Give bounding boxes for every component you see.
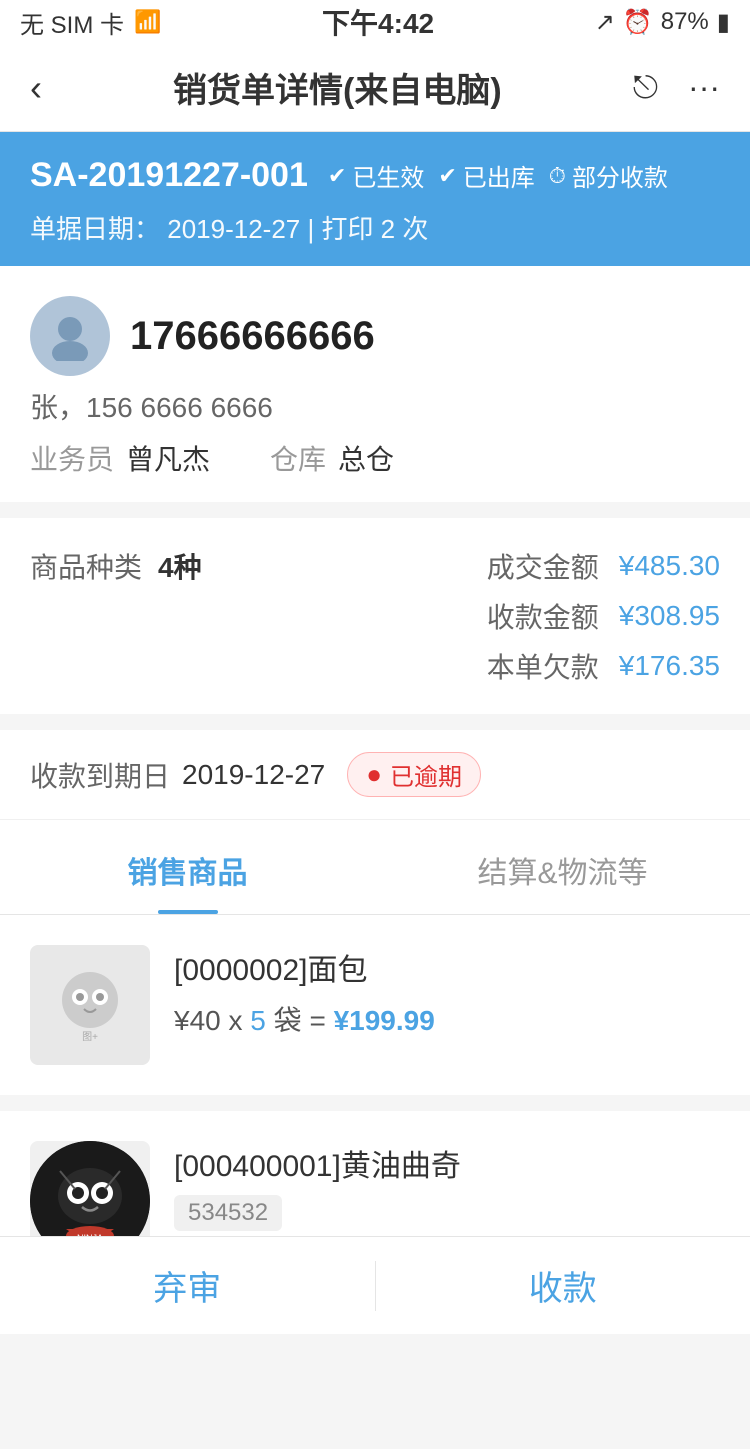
received-label: 收款金额	[487, 596, 599, 636]
carrier-text: 无 SIM 卡	[20, 5, 124, 40]
eq-1: =	[309, 1005, 333, 1036]
due-label: 收款到期日	[30, 755, 170, 795]
tab-products[interactable]: 销售商品	[0, 820, 375, 914]
status-bar: 无 SIM 卡 📶 下午4:42 ↗ ⏰ 87% ▮	[0, 0, 750, 44]
customer-contact: 张，156 6666 6666	[30, 386, 720, 426]
status-bar-time: 下午4:42	[322, 2, 434, 42]
price-1: ¥40	[174, 1005, 221, 1036]
status-partial-text: 部分收款	[572, 158, 668, 193]
received-row: 收款金额 ¥308.95	[487, 596, 720, 636]
collect-button[interactable]: 收款	[376, 1237, 750, 1334]
stats-left: 商品种类 4种	[30, 546, 375, 590]
warehouse-label: 仓库	[270, 438, 326, 478]
order-date-info: 单据日期： 2019-12-27 | 打印 2 次	[30, 209, 720, 246]
check-icon-1: ✔	[328, 163, 346, 189]
location-icon: ↗	[595, 8, 615, 37]
more-icon[interactable]: ···	[688, 69, 720, 106]
avatar	[30, 296, 110, 376]
product-price-line-1: ¥40 x 5 袋 = ¥199.99	[174, 999, 720, 1039]
product-sku-2: 534532	[174, 1195, 282, 1231]
check-icon-2: ✔	[438, 163, 456, 189]
clock-icon: ⏱	[549, 163, 566, 189]
customer-id: 17666666666	[130, 314, 375, 359]
battery-text: 87%	[661, 8, 709, 36]
status-badge-shipped: ✔ 已出库	[438, 158, 534, 193]
status-badge-effective: ✔ 已生效	[328, 158, 424, 193]
customer-meta: 业务员 曾凡杰 仓库 总仓	[30, 438, 720, 478]
status-shipped-text: 已出库	[463, 158, 535, 193]
status-badges: ✔ 已生效 ✔ 已出库 ⏱ 部分收款	[328, 158, 668, 193]
back-button[interactable]: ‹	[30, 67, 42, 109]
customer-top: 17666666666	[30, 296, 720, 376]
order-date: 2019-12-27	[167, 214, 300, 244]
product-name-1: [0000002]面包	[174, 945, 720, 989]
owing-label: 本单欠款	[487, 646, 599, 686]
amount-value: ¥485.30	[619, 550, 720, 582]
tab-products-label: 销售商品	[128, 857, 248, 890]
cancel-button[interactable]: 弃审	[0, 1237, 375, 1334]
status-bar-left: 无 SIM 卡 📶	[20, 5, 161, 40]
product-name-2: [000400001]黄油曲奇	[174, 1141, 720, 1185]
amount-row: 成交金额 ¥485.30	[487, 546, 720, 586]
status-badge-partial: ⏱ 部分收款	[549, 158, 668, 193]
order-header-top: SA-20191227-001 ✔ 已生效 ✔ 已出库 ⏱ 部分收款	[30, 156, 720, 195]
overdue-badge: ● 已逾期	[347, 752, 481, 797]
sales-label: 业务员	[30, 438, 114, 478]
owing-value: ¥176.35	[619, 650, 720, 682]
share-icon[interactable]: ⎋	[633, 69, 658, 107]
date-label: 单据日期：	[30, 214, 160, 244]
due-section: 收款到期日 2019-12-27 ● 已逾期	[0, 730, 750, 820]
order-header-band: SA-20191227-001 ✔ 已生效 ✔ 已出库 ⏱ 部分收款 单据日期：…	[0, 132, 750, 266]
qty-1: 5	[250, 1005, 266, 1036]
tabs-container: 销售商品 结算&物流等	[0, 820, 750, 915]
due-date: 2019-12-27	[182, 759, 325, 791]
order-id: SA-20191227-001	[30, 156, 308, 195]
svg-text:图+: 图+	[82, 1031, 98, 1043]
multiply-1: x	[229, 1005, 251, 1036]
nav-bar: ‹ 销货单详情(来自电脑) ⎋ ···	[0, 44, 750, 132]
product-info-1: [0000002]面包 ¥40 x 5 袋 = ¥199.99	[174, 945, 720, 1039]
product-thumb-1: 图+	[30, 945, 150, 1065]
battery-icon: ▮	[717, 8, 730, 37]
stats-right: 成交金额 ¥485.30 收款金额 ¥308.95 本单欠款 ¥176.35	[375, 546, 720, 686]
received-value: ¥308.95	[619, 600, 720, 632]
tab-settlement-label: 结算&物流等	[477, 857, 647, 890]
stats-section: 商品种类 4种 成交金额 ¥485.30 收款金额 ¥308.95 本单欠款 ¥…	[0, 518, 750, 714]
types-value: 4种	[158, 546, 202, 586]
amount-label: 成交金额	[487, 546, 599, 586]
customer-section: 17666666666 张，156 6666 6666 业务员 曾凡杰 仓库 总…	[0, 266, 750, 502]
overdue-icon: ●	[366, 759, 382, 790]
meta-sales: 业务员 曾凡杰	[30, 438, 210, 478]
meta-warehouse: 仓库 总仓	[270, 438, 394, 478]
status-effective-text: 已生效	[352, 158, 424, 193]
wifi-icon: 📶	[134, 9, 161, 35]
overdue-text: 已逾期	[390, 757, 462, 792]
thumb-placeholder-1: 图+	[30, 945, 150, 1065]
status-bar-right: ↗ ⏰ 87% ▮	[595, 8, 730, 37]
tab-settlement[interactable]: 结算&物流等	[375, 820, 750, 914]
page-title: 销货单详情(来自电脑)	[173, 63, 502, 112]
warehouse-value: 总仓	[338, 438, 394, 478]
alarm-icon: ⏰	[623, 8, 653, 37]
owing-row: 本单欠款 ¥176.35	[487, 646, 720, 686]
bottom-bar: 弃审 收款	[0, 1236, 750, 1334]
unit-1: 袋	[274, 1005, 302, 1036]
product-item[interactable]: 图+ [0000002]面包 ¥40 x 5 袋 = ¥199.99	[0, 915, 750, 1095]
nav-actions: ⎋ ···	[633, 69, 720, 107]
total-1: ¥199.99	[334, 1005, 435, 1036]
types-label: 商品种类	[30, 546, 142, 586]
print-info: | 打印 2 次	[307, 214, 428, 244]
types-row: 商品种类 4种	[30, 546, 375, 586]
sales-value: 曾凡杰	[126, 438, 210, 478]
